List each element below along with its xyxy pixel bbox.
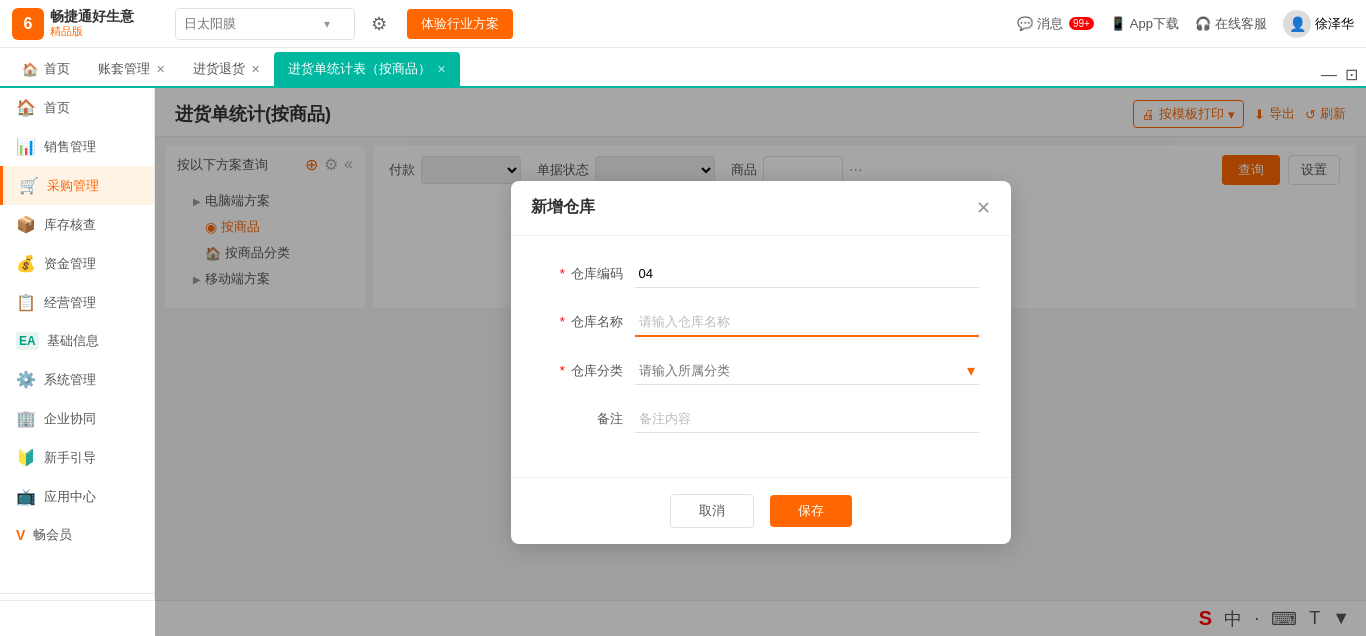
sidebar-item-vip[interactable]: V 畅会员 — [0, 516, 154, 554]
headset-icon: 🎧 — [1195, 16, 1211, 31]
mobile-icon: 📱 — [1110, 16, 1126, 31]
finance-icon: 💰 — [16, 254, 36, 273]
sidebar-item-operation[interactable]: 📋 经营管理 — [0, 283, 154, 322]
main-layout: 🏠 首页 📊 销售管理 🛒 采购管理 📦 库存核查 💰 资金管理 📋 经营管理 … — [0, 88, 1366, 636]
code-input[interactable] — [635, 260, 979, 288]
tab-maximize-icon[interactable]: ⊡ — [1345, 65, 1358, 84]
inventory-icon: 📦 — [16, 215, 36, 234]
app-download-item[interactable]: 📱 App下载 — [1110, 15, 1179, 33]
modal-new-warehouse: 新增仓库 ✕ * 仓库编码 * — [511, 181, 1011, 544]
modal-footer: 取消 保存 — [511, 477, 1011, 544]
modal-header: 新增仓库 ✕ — [511, 181, 1011, 236]
tab-close-purchase-stats[interactable]: ✕ — [437, 63, 446, 76]
tab-purchase-stats[interactable]: 进货单统计表（按商品） ✕ — [274, 52, 460, 86]
sidebar-item-finance[interactable]: 💰 资金管理 — [0, 244, 154, 283]
username-label: 徐泽华 — [1315, 15, 1354, 33]
sidebar-item-basic[interactable]: EA 基础信息 — [0, 322, 154, 360]
vip-icon: V — [16, 527, 25, 543]
tab-account[interactable]: 账套管理 ✕ — [84, 52, 179, 86]
top-header: 6 畅捷通好生意 精品版 ▾ ⚙ 体验行业方案 💬 消息 99+ 📱 App下载… — [0, 0, 1366, 48]
sidebar: 🏠 首页 📊 销售管理 🛒 采购管理 📦 库存核查 💰 资金管理 📋 经营管理 … — [0, 88, 155, 636]
sidebar-item-inventory[interactable]: 📦 库存核查 — [0, 205, 154, 244]
modal-body: * 仓库编码 * 仓库名称 — [511, 236, 1011, 477]
sidebar-item-guide[interactable]: 🔰 新手引导 — [0, 438, 154, 477]
messages-item[interactable]: 💬 消息 99+ — [1017, 15, 1094, 33]
logo-icon: 6 — [12, 8, 44, 40]
sidebar-item-purchase[interactable]: 🛒 采购管理 — [0, 166, 154, 205]
code-label: * 仓库编码 — [543, 265, 623, 283]
sidebar-item-sales[interactable]: 📊 销售管理 — [0, 127, 154, 166]
logo-sub: 精品版 — [50, 24, 134, 39]
settings-gear-icon[interactable]: ⚙ — [363, 8, 395, 40]
tab-minimize-icon[interactable]: — — [1321, 66, 1337, 84]
save-button[interactable]: 保存 — [770, 495, 852, 527]
logo-text: 畅捷通好生意 — [50, 8, 134, 25]
enterprise-icon: 🏢 — [16, 409, 36, 428]
sidebar-item-app-center[interactable]: 📺 应用中心 — [0, 477, 154, 516]
header-right: 💬 消息 99+ 📱 App下载 🎧 在线客服 👤 徐泽华 — [1017, 10, 1354, 38]
purchase-icon: 🛒 — [19, 176, 39, 195]
app-center-icon: 📺 — [16, 487, 36, 506]
logo-area: 6 畅捷通好生意 精品版 — [12, 8, 167, 40]
cancel-button[interactable]: 取消 — [670, 494, 754, 528]
category-label: * 仓库分类 — [543, 362, 623, 380]
tab-close-account[interactable]: ✕ — [156, 63, 165, 76]
form-row-code: * 仓库编码 — [543, 260, 979, 288]
online-service-item[interactable]: 🎧 在线客服 — [1195, 15, 1267, 33]
basic-icon: EA — [16, 332, 39, 350]
remark-label: 备注 — [543, 410, 623, 428]
sidebar-item-enterprise[interactable]: 🏢 企业协同 — [0, 399, 154, 438]
search-bar[interactable]: ▾ — [175, 8, 355, 40]
name-input[interactable] — [635, 308, 979, 337]
trial-button[interactable]: 体验行业方案 — [407, 9, 513, 39]
operation-icon: 📋 — [16, 293, 36, 312]
message-icon: 💬 — [1017, 16, 1033, 31]
sales-icon: 📊 — [16, 137, 36, 156]
sidebar-item-home[interactable]: 🏠 首页 — [0, 88, 154, 127]
tab-bar-right: — ⊡ — [1321, 65, 1366, 86]
chevron-down-icon: ▾ — [324, 17, 330, 31]
sidebar-item-system[interactable]: ⚙️ 系统管理 — [0, 360, 154, 399]
guide-icon: 🔰 — [16, 448, 36, 467]
form-row-name: * 仓库名称 — [543, 308, 979, 337]
tab-close-purchase-return[interactable]: ✕ — [251, 63, 260, 76]
system-icon: ⚙️ — [16, 370, 36, 389]
category-select-wrapper: ▾ — [635, 357, 979, 385]
category-input[interactable] — [635, 357, 979, 384]
tab-home[interactable]: 🏠 首页 — [8, 52, 84, 86]
user-avatar-area[interactable]: 👤 徐泽华 — [1283, 10, 1354, 38]
form-row-category: * 仓库分类 ▾ — [543, 357, 979, 385]
home-icon: 🏠 — [16, 98, 36, 117]
tab-bar: 🏠 首页 账套管理 ✕ 进货退货 ✕ 进货单统计表（按商品） ✕ — ⊡ — [0, 48, 1366, 88]
modal-overlay: 新增仓库 ✕ * 仓库编码 * — [155, 88, 1366, 636]
content-area: 进货单统计(按商品) 🖨 按模板打印 ▾ ⬇ 导出 ↺ 刷新 — [155, 88, 1366, 636]
modal-title: 新增仓库 — [531, 197, 595, 218]
name-label: * 仓库名称 — [543, 313, 623, 331]
modal-close-button[interactable]: ✕ — [976, 197, 991, 219]
messages-badge: 99+ — [1069, 17, 1094, 30]
form-row-remark: 备注 — [543, 405, 979, 433]
search-input[interactable] — [184, 16, 324, 31]
tab-purchase-return[interactable]: 进货退货 ✕ — [179, 52, 274, 86]
category-dropdown-icon[interactable]: ▾ — [967, 361, 975, 380]
remark-input[interactable] — [635, 405, 979, 433]
avatar: 👤 — [1283, 10, 1311, 38]
